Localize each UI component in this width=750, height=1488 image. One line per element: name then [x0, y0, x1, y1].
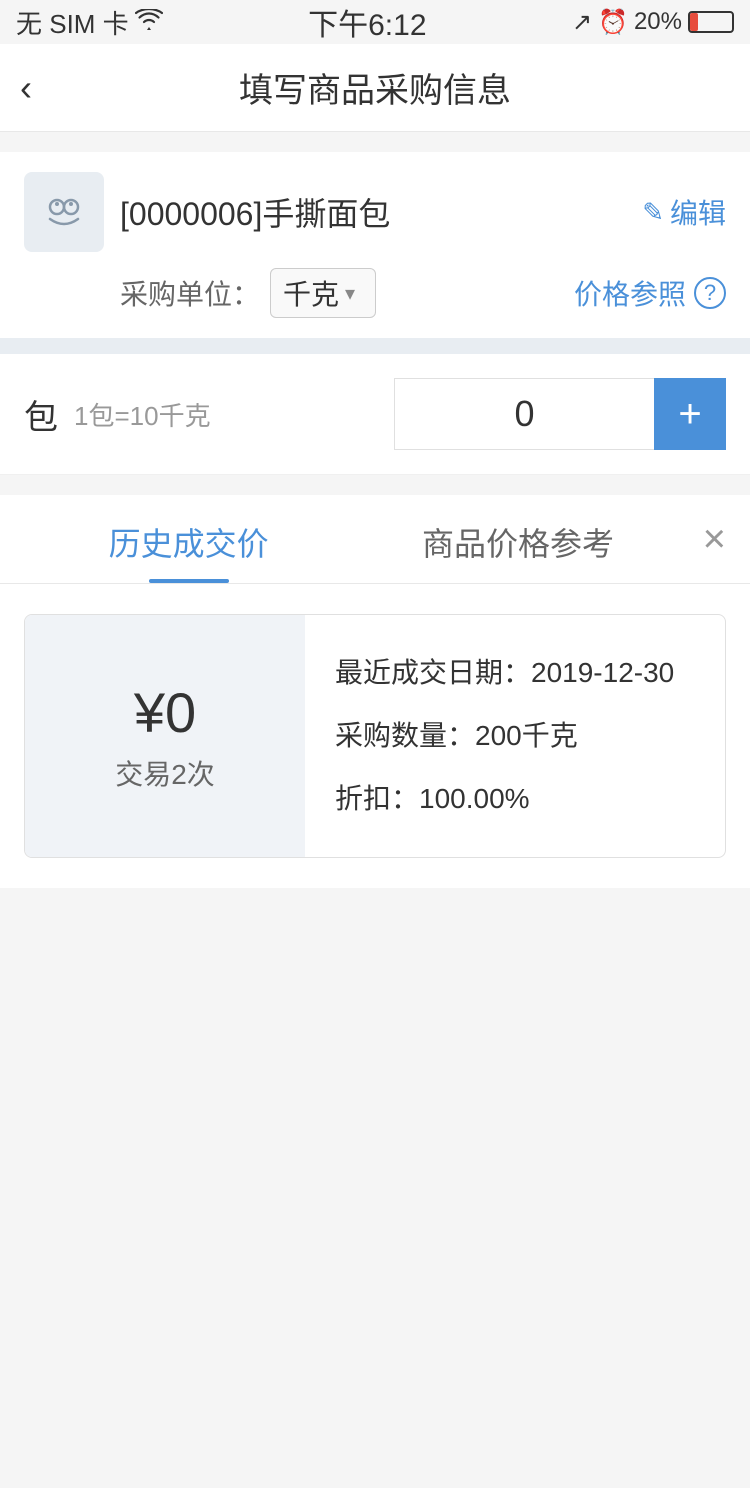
close-button[interactable]: × [683, 497, 726, 582]
tab-active-indicator [149, 579, 229, 583]
unit-label: 采购单位： [120, 273, 260, 313]
unit-selector-group: 采购单位： 千克 ▾ [120, 268, 376, 318]
product-info: [0000006]手撕面包 [24, 172, 390, 252]
battery-indicator [688, 11, 734, 33]
price-left-panel: ¥0 交易2次 [25, 615, 305, 857]
close-icon: × [703, 517, 726, 561]
edit-button[interactable]: ✎ 编辑 [642, 192, 726, 232]
product-header: [0000006]手撕面包 ✎ 编辑 [24, 172, 726, 252]
date-label: 最近成交日期： [335, 657, 531, 688]
unit-value: 千克 [283, 273, 339, 313]
product-card: [0000006]手撕面包 ✎ 编辑 采购单位： 千克 ▾ 价格参照 ? [0, 152, 750, 338]
main-content-area [0, 888, 750, 1488]
discount-value: 100.00% [419, 783, 530, 814]
battery-percent: 20% [634, 8, 682, 36]
product-name: [0000006]手撕面包 [120, 189, 390, 235]
date-value: 2019-12-30 [531, 657, 674, 688]
quantity-right: 0 + [394, 378, 726, 450]
qty-label: 采购数量： [335, 720, 475, 751]
back-button[interactable]: ‹ [10, 57, 42, 119]
status-left: 无 SIM 卡 [16, 4, 163, 41]
quantity-left: 包 1包=10千克 [24, 390, 211, 439]
nav-header: ‹ 填写商品采购信息 [0, 44, 750, 132]
tab-history-label: 历史成交价 [109, 519, 269, 583]
price-ref-label: 价格参照 [574, 273, 686, 313]
price-reference-section: ¥0 交易2次 最近成交日期：2019-12-30 采购数量：200千克 折扣：… [0, 584, 750, 888]
tabs-row: 历史成交价 商品价格参考 × [0, 495, 750, 583]
product-unit-row: 采购单位： 千克 ▾ 价格参照 ? [24, 268, 726, 318]
status-bar: 无 SIM 卡 下午6:12 ↗ ⏰ 20% [0, 0, 750, 44]
product-thumbnail [24, 172, 104, 252]
discount-label: 折扣： [335, 783, 419, 814]
location-icon: ↗ [572, 8, 592, 37]
detail-qty: 采购数量：200千克 [335, 714, 695, 759]
tab-product-price[interactable]: 商品价格参考 [353, 495, 682, 583]
section-divider [0, 338, 750, 354]
plus-icon: + [678, 392, 701, 437]
price-value: 0 [165, 681, 196, 744]
chevron-down-icon: ▾ [345, 281, 355, 306]
quantity-conversion: 1包=10千克 [74, 396, 211, 433]
quantity-value: 0 [514, 393, 534, 435]
help-icon: ? [694, 277, 726, 309]
edit-icon: ✎ [642, 197, 664, 228]
price-ref-card: ¥0 交易2次 最近成交日期：2019-12-30 采购数量：200千克 折扣：… [24, 614, 726, 858]
status-time: 下午6:12 [308, 0, 426, 44]
edit-label: 编辑 [670, 192, 726, 232]
wifi-icon [135, 7, 163, 38]
unit-select[interactable]: 千克 ▾ [270, 268, 376, 318]
status-right: ↗ ⏰ 20% [572, 8, 734, 37]
price-reference-button[interactable]: 价格参照 ? [574, 273, 726, 313]
quantity-input[interactable]: 0 [394, 378, 654, 450]
carrier-label: 无 SIM 卡 [16, 4, 129, 41]
price-amount: ¥0 [134, 680, 196, 745]
tab-product-label: 商品价格参考 [422, 519, 614, 583]
tabs-container: 历史成交价 商品价格参考 × [0, 495, 750, 584]
detail-discount: 折扣：100.00% [335, 777, 695, 822]
detail-date: 最近成交日期：2019-12-30 [335, 651, 695, 696]
qty-value: 200千克 [475, 720, 578, 751]
quantity-row: 包 1包=10千克 0 + [0, 354, 750, 475]
quantity-plus-button[interactable]: + [654, 378, 726, 450]
alarm-icon: ⏰ [598, 8, 628, 37]
transaction-count: 交易2次 [115, 753, 215, 793]
currency-symbol: ¥ [134, 681, 165, 744]
page-title: 填写商品采购信息 [239, 63, 511, 112]
tab-history-price[interactable]: 历史成交价 [24, 495, 353, 583]
quantity-unit: 包 [24, 390, 58, 439]
price-right-panel: 最近成交日期：2019-12-30 采购数量：200千克 折扣：100.00% [305, 615, 725, 857]
